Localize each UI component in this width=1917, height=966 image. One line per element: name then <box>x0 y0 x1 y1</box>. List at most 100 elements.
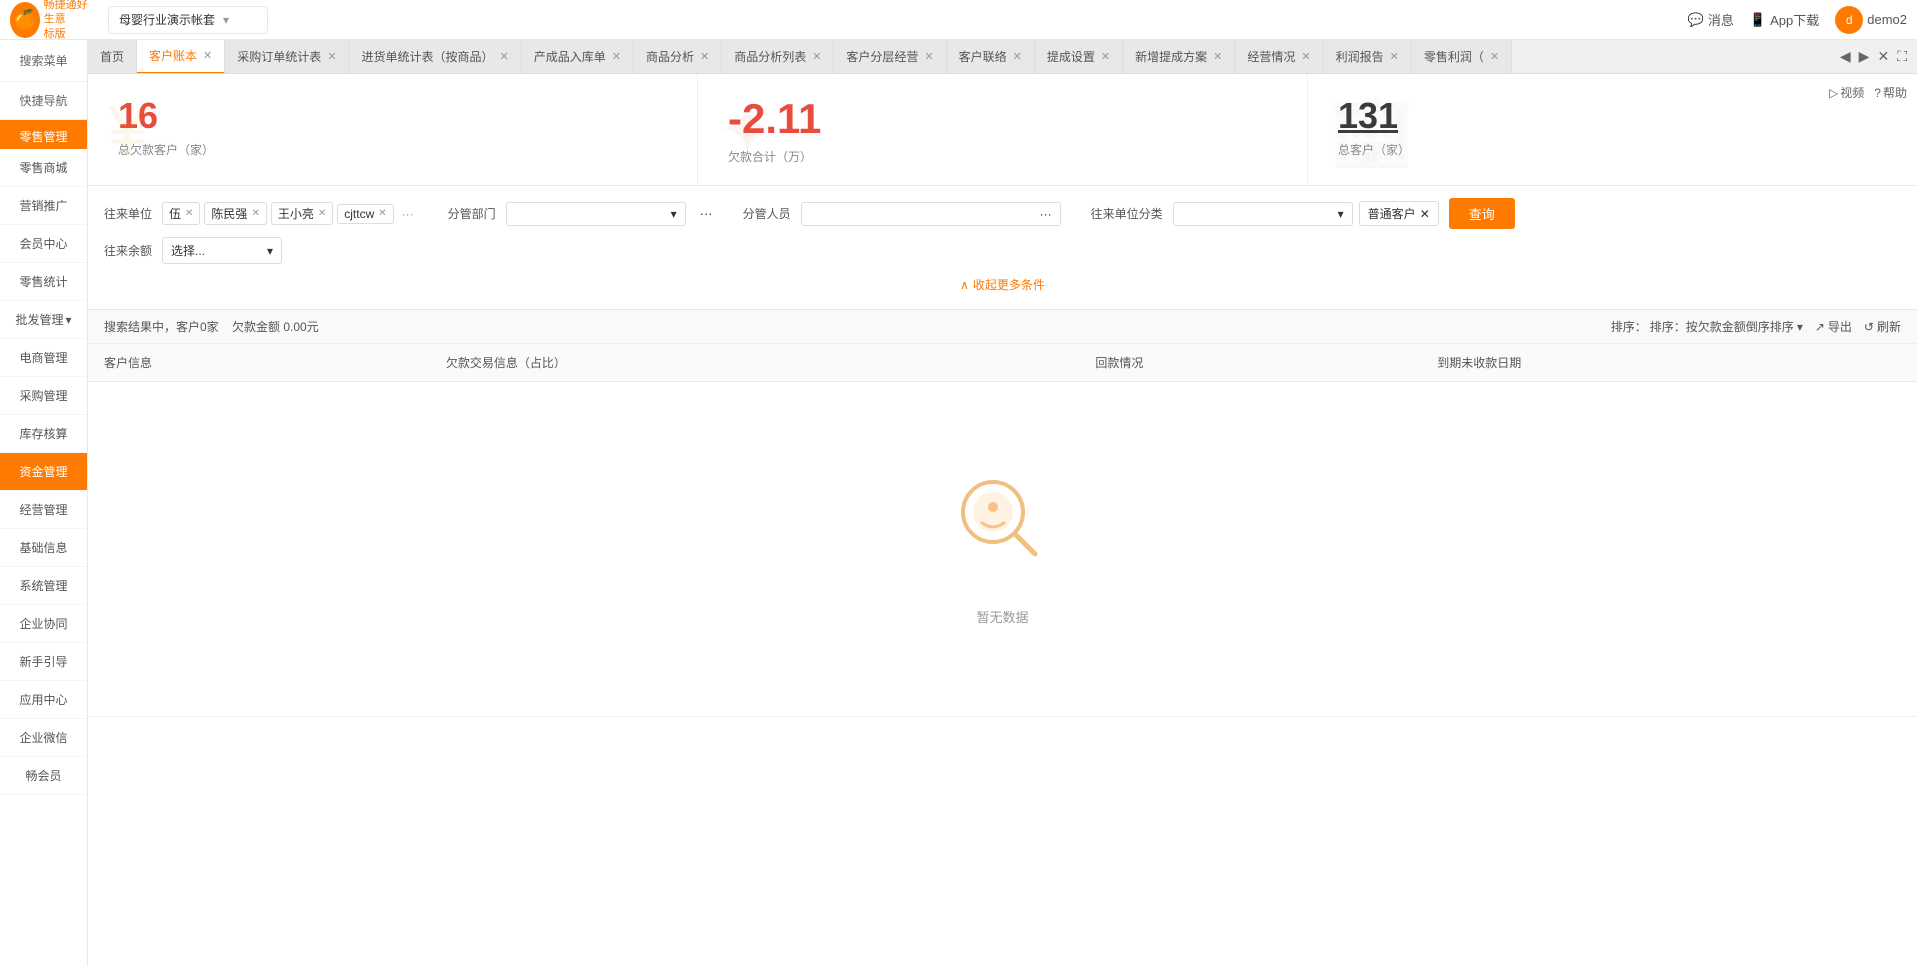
tag-close-icon[interactable]: ✕ <box>318 208 326 219</box>
retail-mgmt-label[interactable]: 零售管理 <box>0 120 87 149</box>
sidebar-item-system[interactable]: 系统管理 <box>0 567 87 605</box>
unit-class-label: 往来单位分类 <box>1091 205 1163 222</box>
tab-expand-icon[interactable]: ⛶ <box>1895 46 1909 67</box>
sidebar-item-basic-info[interactable]: 基础信息 <box>0 529 87 567</box>
empty-icon <box>953 472 1053 591</box>
help-link[interactable]: ? 帮助 <box>1874 84 1907 101</box>
tab-new-commission[interactable]: 新增提成方案 ✕ <box>1123 40 1235 74</box>
close-tab-icon[interactable]: ✕ <box>203 49 212 62</box>
close-tab-icon[interactable]: ✕ <box>812 50 821 63</box>
close-tab-icon[interactable]: ✕ <box>924 50 933 63</box>
sidebar-item-retail-stats[interactable]: 零售统计 <box>0 263 87 301</box>
staff-filter-label: 分管人员 <box>743 205 791 222</box>
unit-tag-1[interactable]: 伍 ✕ <box>162 202 200 225</box>
col-overdue-date: 到期未收款日期 <box>1421 344 1917 382</box>
query-button[interactable]: 查询 <box>1449 198 1515 229</box>
sidebar-item-inventory[interactable]: 库存核算 <box>0 415 87 453</box>
tab-purchase-orders[interactable]: 采购订单统计表 ✕ <box>225 40 349 74</box>
close-tab-icon[interactable]: ✕ <box>700 50 709 63</box>
chevron-down-icon: ▾ <box>267 244 273 258</box>
tab-inventory-stats[interactable]: 进货单统计表（按商品） ✕ <box>349 40 521 74</box>
tab-customer-segment[interactable]: 客户分层经营 ✕ <box>834 40 946 74</box>
sidebar-item-wholesale[interactable]: 批发管理 ▾ <box>0 301 87 339</box>
close-tab-icon[interactable]: ✕ <box>1013 50 1022 63</box>
sidebar-item-ecommerce[interactable]: 电商管理 <box>0 339 87 377</box>
export-icon: ↗ <box>1815 320 1825 334</box>
dept-filter-select[interactable]: ▾ <box>506 202 686 226</box>
tag-close-icon[interactable]: ✕ <box>251 208 259 219</box>
top-right: 💬 消息 📱 App下载 d demo2 <box>1688 6 1907 34</box>
tab-customer-contact[interactable]: 客户联络 ✕ <box>947 40 1035 74</box>
collapse-button[interactable]: ∧ 收起更多条件 <box>956 272 1049 297</box>
unit-class-select[interactable]: ▾ <box>1173 202 1353 226</box>
sidebar-item-enterprise-collab[interactable]: 企业协同 <box>0 605 87 643</box>
tab-retail-profit[interactable]: 零售利润（ ✕ <box>1412 40 1512 74</box>
close-tab-icon[interactable]: ✕ <box>500 50 509 63</box>
tab-accounts[interactable]: 客户账本 ✕ <box>137 40 225 74</box>
sidebar-item-member-center[interactable]: 会员中心 <box>0 225 87 263</box>
user-menu[interactable]: d demo2 <box>1835 6 1907 34</box>
sidebar-item-operations[interactable]: 经营管理 <box>0 491 87 529</box>
tag-close-icon[interactable]: ✕ <box>378 208 386 219</box>
messages-button[interactable]: 💬 消息 <box>1688 10 1734 29</box>
tab-product-analysis[interactable]: 商品分析 ✕ <box>634 40 722 74</box>
table-body: 暂无数据 <box>88 382 1917 717</box>
unit-tag-3[interactable]: 王小亮 ✕ <box>271 202 333 225</box>
video-link[interactable]: ▷ 视频 <box>1829 84 1864 101</box>
sidebar-item-new-guide[interactable]: 新手引导 <box>0 643 87 681</box>
unit-filter-tags: 伍 ✕ 陈民强 ✕ 王小亮 ✕ cjttcw ✕ <box>162 202 418 225</box>
filter-row-2: 往来余额 选择... ▾ <box>104 237 1901 264</box>
tag-close-icon[interactable]: ✕ <box>185 208 193 219</box>
search-menu-button[interactable]: 搜索菜单 <box>0 40 87 82</box>
result-actions: 排序： 排序：按欠款金额倒序排序 ▾ ↗ 导出 ↺ 刷新 <box>1611 318 1901 335</box>
quick-nav-button[interactable]: 快捷导航 <box>0 82 87 120</box>
close-tab-icon[interactable]: ✕ <box>327 50 336 63</box>
logo-icon: 🍊 <box>10 2 40 38</box>
tab-product-stock[interactable]: 产成品入库单 ✕ <box>522 40 634 74</box>
total-customers-label: 总欠款客户（家） <box>118 141 667 158</box>
tag-close-icon[interactable]: ✕ <box>1420 207 1430 221</box>
app-download-button[interactable]: 📱 App下载 <box>1750 10 1819 29</box>
tab-bar: 首页 客户账本 ✕ 采购订单统计表 ✕ 进货单统计表（按商品） ✕ 产成品入库单… <box>88 40 1917 74</box>
result-info: 搜索结果中，客户0家 欠款金额 0.00元 <box>104 318 319 335</box>
company-selector[interactable]: 母婴行业演示帐套 ▾ <box>108 6 268 34</box>
top-bar: 🍊 畅捷通好生意 标版 母婴行业演示帐套 ▾ 💬 消息 📱 App下载 d de… <box>0 0 1917 40</box>
tab-business-status[interactable]: 经营情况 ✕ <box>1235 40 1323 74</box>
dept-filter-label: 分管部门 <box>448 205 496 222</box>
sidebar-item-marketing[interactable]: 营销推广 <box>0 187 87 225</box>
refresh-button[interactable]: ↺ 刷新 <box>1864 318 1901 335</box>
unit-tag-2[interactable]: 陈民强 ✕ <box>204 202 266 225</box>
sort-select[interactable]: 排序： 排序：按欠款金额倒序排序 ▾ <box>1611 318 1803 335</box>
close-tab-icon[interactable]: ✕ <box>1490 50 1499 63</box>
close-tab-icon[interactable]: ✕ <box>1213 50 1222 63</box>
sidebar-item-vip[interactable]: 畅会员 <box>0 757 87 795</box>
dept-expand-btn[interactable]: ··· <box>700 206 713 221</box>
remain-filter-label: 往来余额 <box>104 242 152 259</box>
export-button[interactable]: ↗ 导出 <box>1815 318 1852 335</box>
col-debt-info: 欠款交易信息（占比） <box>430 344 1080 382</box>
close-tab-icon[interactable]: ✕ <box>1390 50 1399 63</box>
remain-filter-select[interactable]: 选择... ▾ <box>162 237 282 264</box>
unit-tag-4[interactable]: cjttcw ✕ <box>337 204 393 224</box>
close-tab-icon[interactable]: ✕ <box>1101 50 1110 63</box>
chevron-down-icon: ▾ <box>671 207 677 221</box>
tab-close-all-icon[interactable]: ✕ <box>1875 46 1891 67</box>
close-tab-icon[interactable]: ✕ <box>1301 50 1310 63</box>
sidebar-item-retail-mall[interactable]: 零售商城 <box>0 149 87 187</box>
tab-home[interactable]: 首页 <box>88 40 137 74</box>
sidebar-item-app-center[interactable]: 应用中心 <box>0 681 87 719</box>
tab-next-icon[interactable]: ▶ <box>1857 46 1872 67</box>
sidebar-item-purchase[interactable]: 采购管理 <box>0 377 87 415</box>
empty-state: 暂无数据 <box>104 392 1901 706</box>
tab-prev-icon[interactable]: ◀ <box>1838 46 1853 67</box>
tab-product-analysis-list[interactable]: 商品分析列表 ✕ <box>722 40 834 74</box>
tab-commission-settings[interactable]: 提成设置 ✕ <box>1035 40 1123 74</box>
more-tags-button[interactable]: ··· <box>398 205 418 223</box>
staff-filter-select[interactable]: ··· <box>801 202 1061 226</box>
unit-class-value-tag[interactable]: 普通客户 ✕ <box>1359 201 1439 226</box>
tab-profit-report[interactable]: 利润报告 ✕ <box>1324 40 1412 74</box>
sidebar-item-finance[interactable]: 资金管理 <box>0 453 87 491</box>
empty-text: 暂无数据 <box>976 607 1028 626</box>
sidebar-item-enterprise-wechat[interactable]: 企业微信 <box>0 719 87 757</box>
close-tab-icon[interactable]: ✕ <box>612 50 621 63</box>
